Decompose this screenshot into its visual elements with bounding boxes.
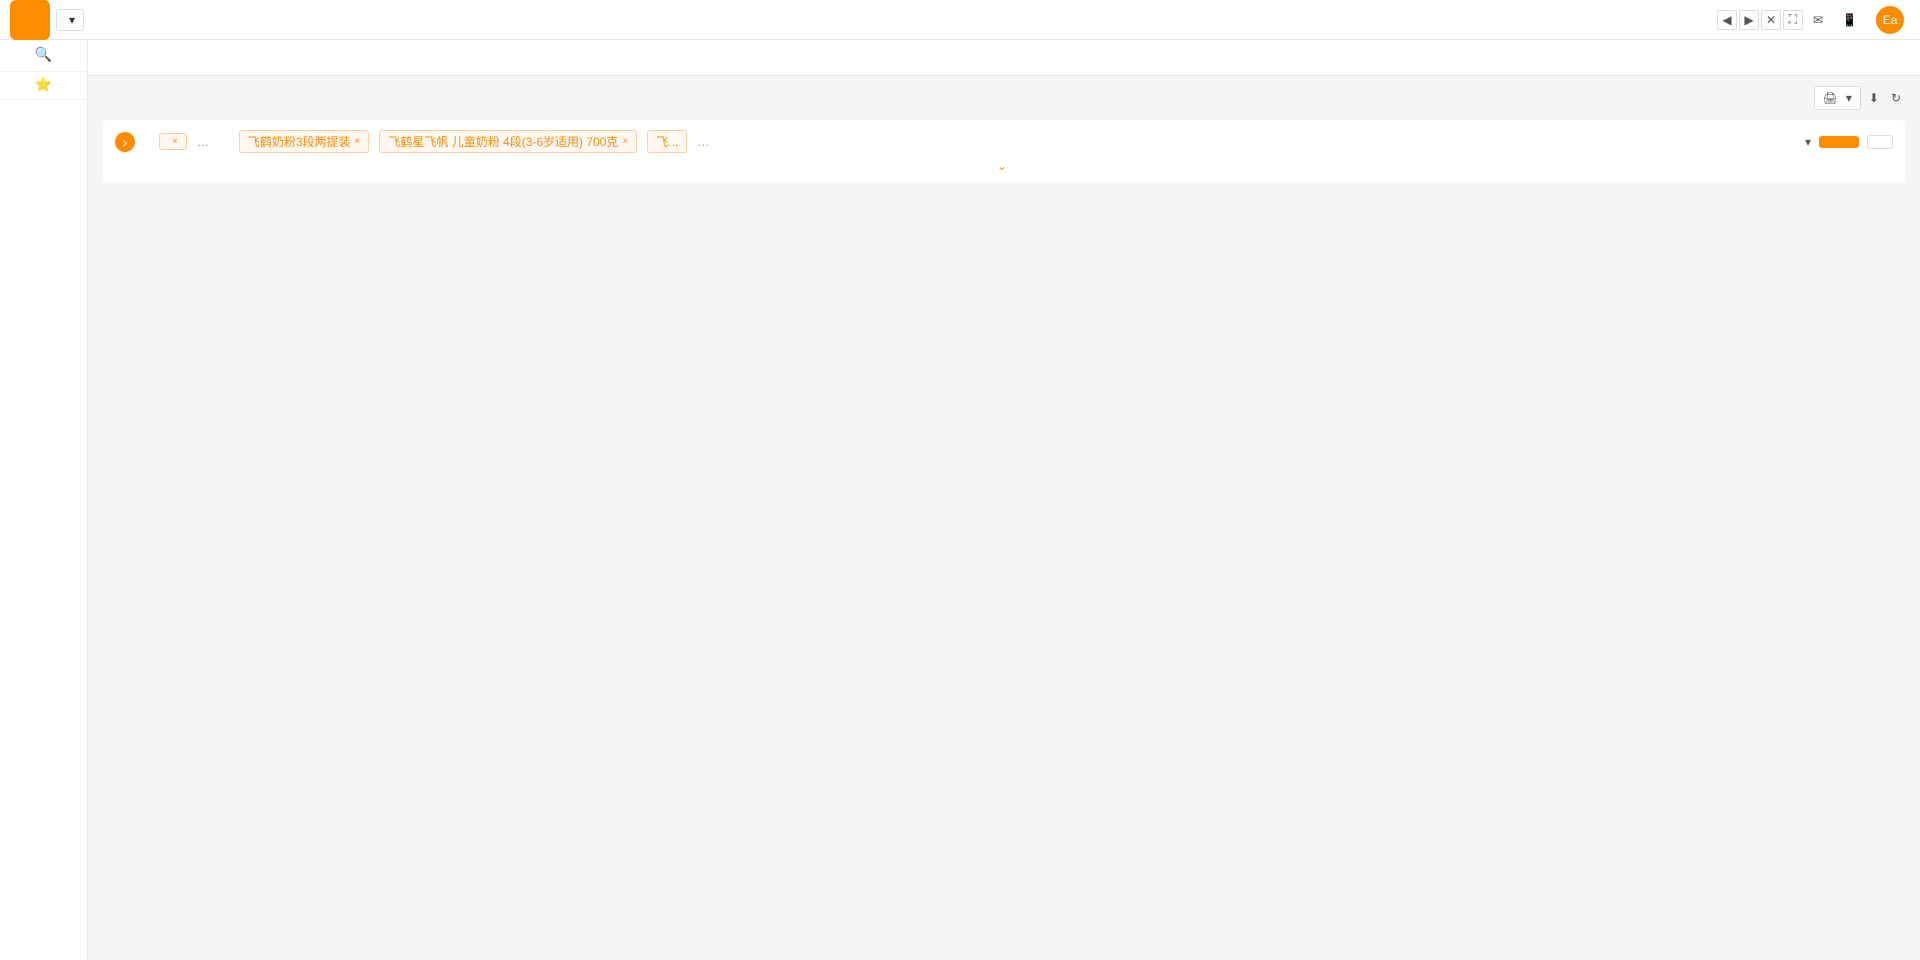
goods-tag-text-2: 飞鹤星飞帆 儿童奶粉 4段(3-6岁适用) 700克 — [388, 133, 618, 150]
tab-fullscreen-btn[interactable]: ⛶ — [1783, 10, 1803, 30]
header-actions: 🖨 ▾ ⬇ ↻ — [1814, 86, 1905, 110]
expand-more-btn[interactable]: ⌄ — [115, 159, 1893, 173]
app-download-btn[interactable]: 📱 — [1842, 13, 1861, 27]
setting-btn[interactable] — [1867, 135, 1893, 149]
account-selector[interactable]: ▾ — [56, 9, 84, 31]
goods-filter-tag-2[interactable]: 飞鹤星飞帆 儿童奶粉 4段(3-6岁适用) 700克 × — [379, 130, 637, 153]
quick-nav-btn[interactable]: ⭐ — [0, 72, 87, 100]
avatar: Ea — [1876, 6, 1904, 34]
search-menu-btn[interactable]: 🔍 — [0, 40, 87, 72]
print-icon: 🖨 — [1823, 91, 1838, 105]
warehouse-filter-more[interactable]: … — [197, 135, 209, 149]
print-dropdown-icon: ▾ — [1846, 91, 1852, 105]
top-bar-left: ▾ — [10, 0, 190, 40]
warehouse-tag-close-icon[interactable]: × — [172, 136, 178, 147]
color-dropdown-icon[interactable]: ▾ — [1805, 135, 1811, 149]
quick-nav-icon: ⭐ — [35, 76, 52, 93]
refresh-btn[interactable]: ↻ — [1891, 91, 1905, 105]
filter-row: › × … 飞鹤奶粉3段两提装 × — [115, 130, 1893, 153]
print-btn[interactable]: 🖨 ▾ — [1814, 86, 1861, 110]
dropdown-chevron-icon: ▾ — [69, 13, 75, 27]
avatar-text: Ea — [1883, 13, 1898, 27]
user-area[interactable]: Ea — [1876, 6, 1910, 34]
top-right: ✉ 📱 Ea — [1813, 6, 1910, 34]
goods-tag-close-2[interactable]: × — [622, 136, 628, 147]
tab-close-btn[interactable]: ✕ — [1761, 10, 1781, 30]
search-icon: 🔍 — [35, 46, 52, 63]
refresh-icon: ↻ — [1891, 91, 1901, 105]
sidebar: 🔍 ⭐ — [0, 40, 88, 960]
tab-prev-btn[interactable]: ◀ — [1717, 10, 1737, 30]
nav-tabs-row — [88, 40, 1920, 76]
filter-area: › × … 飞鹤奶粉3段两提装 × — [103, 120, 1905, 183]
query-btn[interactable] — [1819, 136, 1859, 148]
goods-filter-more[interactable]: … — [697, 135, 709, 149]
expand-chevron-icon: ⌄ — [997, 159, 1007, 173]
filter-right-actions: ▾ — [1805, 135, 1893, 149]
tab-bar — [200, 0, 1707, 40]
export-icon: ⬇ — [1869, 91, 1879, 105]
tab-nav-arrows: ◀ ▶ ✕ ⛶ — [1717, 10, 1803, 30]
warehouse-filter-tag[interactable]: × — [159, 133, 187, 150]
page-header: 🖨 ▾ ⬇ ↻ — [103, 86, 1905, 110]
goods-filter-tag-3[interactable]: 飞... — [647, 130, 687, 153]
tab-next-btn[interactable]: ▶ — [1739, 10, 1759, 30]
goods-tag-text-3: 飞... — [656, 133, 678, 150]
message-icon: ✉ — [1813, 13, 1823, 27]
goods-tag-text-1: 飞鹤奶粉3段两提装 — [248, 133, 351, 150]
message-btn[interactable]: ✉ — [1813, 13, 1827, 27]
content-area: 🖨 ▾ ⬇ ↻ — [88, 40, 1920, 960]
goods-filter-tag-1[interactable]: 飞鹤奶粉3段两提装 × — [239, 130, 370, 153]
expand-filter-btn[interactable]: › — [115, 132, 135, 152]
export-btn[interactable]: ⬇ — [1869, 91, 1883, 105]
app-icon: 📱 — [1842, 13, 1857, 27]
top-bar: ▾ ◀ ▶ ✕ ⛶ ✉ 📱 Ea — [0, 0, 1920, 40]
page-content: 🖨 ▾ ⬇ ↻ — [88, 76, 1920, 960]
goods-tag-close-1[interactable]: × — [355, 136, 361, 147]
brand-icon — [10, 0, 50, 40]
